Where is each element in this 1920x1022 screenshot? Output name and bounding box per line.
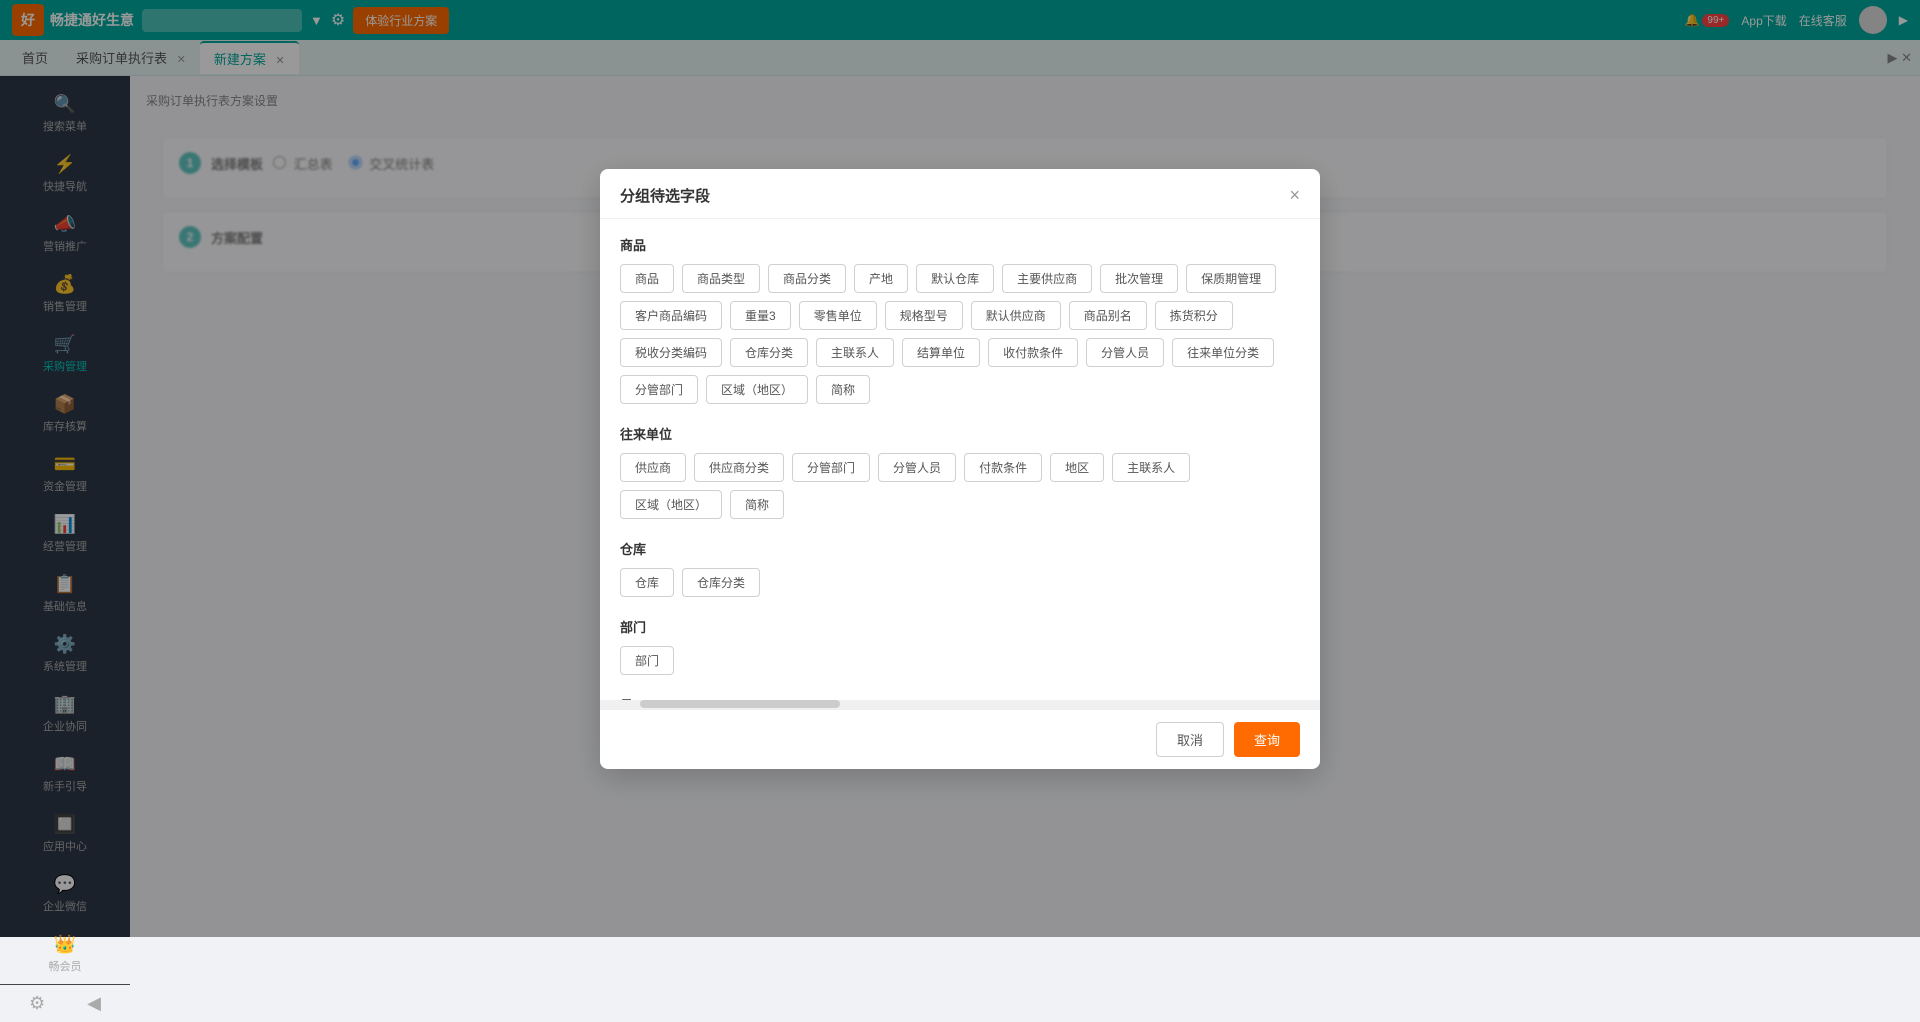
sidebar-item-label: 畅会员 bbox=[49, 958, 82, 974]
field-tag[interactable]: 保质期管理 bbox=[1186, 264, 1276, 293]
field-tag[interactable]: 主联系人 bbox=[816, 338, 894, 367]
modal-body: 商品 商品 商品类型 商品分类 产地 默认仓库 主要供应商 批次管理 保质期管理… bbox=[600, 219, 1320, 701]
field-tag[interactable]: 区域（地区） bbox=[706, 375, 808, 404]
field-tag[interactable]: 商品分类 bbox=[768, 264, 846, 293]
field-tag[interactable]: 仓库 bbox=[620, 568, 674, 597]
member-icon: 👑 bbox=[54, 934, 76, 955]
field-tag[interactable]: 默认仓库 bbox=[916, 264, 994, 293]
field-select-modal: 分组待选字段 × 商品 商品 商品类型 商品分类 产地 默认仓库 主要供应商 批… bbox=[600, 169, 1320, 769]
field-tag[interactable]: 规格型号 bbox=[885, 301, 963, 330]
field-tag[interactable]: 供应商 bbox=[620, 453, 686, 482]
field-tag[interactable]: 地区 bbox=[1050, 453, 1104, 482]
field-tag[interactable]: 客户商品编码 bbox=[620, 301, 722, 330]
section-product-title: 商品 bbox=[620, 235, 1300, 254]
ok-button[interactable]: 查询 bbox=[1234, 722, 1300, 757]
section-department: 部门 部门 bbox=[620, 617, 1300, 675]
section-counterpart: 往来单位 供应商 供应商分类 分管部门 分管人员 付款条件 地区 主联系人 区域… bbox=[620, 424, 1300, 519]
field-tag[interactable]: 分管人员 bbox=[1086, 338, 1164, 367]
sidebar-collapse-btn[interactable]: ◀ bbox=[87, 993, 101, 1014]
sidebar-bottom: ⚙ ◀ bbox=[0, 984, 130, 1022]
section-warehouse-title: 仓库 bbox=[620, 539, 1300, 558]
field-tag[interactable]: 收付款条件 bbox=[988, 338, 1078, 367]
field-tag[interactable]: 商品 bbox=[620, 264, 674, 293]
product-fields: 商品 商品类型 商品分类 产地 默认仓库 主要供应商 批次管理 保质期管理 客户… bbox=[620, 264, 1300, 404]
field-tag[interactable]: 默认供应商 bbox=[971, 301, 1061, 330]
department-fields: 部门 bbox=[620, 646, 1300, 675]
field-tag[interactable]: 简称 bbox=[816, 375, 870, 404]
horizontal-scrollbar[interactable] bbox=[600, 700, 1320, 708]
section-counterpart-title: 往来单位 bbox=[620, 424, 1300, 443]
field-tag[interactable]: 简称 bbox=[730, 490, 784, 519]
modal-footer: 取消 查询 bbox=[600, 709, 1320, 769]
modal-close-button[interactable]: × bbox=[1289, 186, 1300, 204]
field-tag[interactable]: 主联系人 bbox=[1112, 453, 1190, 482]
section-warehouse: 仓库 仓库 仓库分类 bbox=[620, 539, 1300, 597]
field-tag[interactable]: 拣货积分 bbox=[1155, 301, 1233, 330]
modal-title: 分组待选字段 bbox=[620, 185, 710, 206]
field-tag[interactable]: 主要供应商 bbox=[1002, 264, 1092, 293]
field-tag[interactable]: 商品别名 bbox=[1069, 301, 1147, 330]
field-tag[interactable]: 分管人员 bbox=[878, 453, 956, 482]
field-tag[interactable]: 重量3 bbox=[730, 301, 791, 330]
field-tag[interactable]: 区域（地区） bbox=[620, 490, 722, 519]
modal-overlay: 分组待选字段 × 商品 商品 商品类型 商品分类 产地 默认仓库 主要供应商 批… bbox=[0, 0, 1920, 937]
cancel-button[interactable]: 取消 bbox=[1156, 722, 1224, 757]
section-department-title: 部门 bbox=[620, 617, 1300, 636]
warehouse-fields: 仓库 仓库分类 bbox=[620, 568, 1300, 597]
field-tag[interactable]: 供应商分类 bbox=[694, 453, 784, 482]
counterpart-fields: 供应商 供应商分类 分管部门 分管人员 付款条件 地区 主联系人 区域（地区） … bbox=[620, 453, 1300, 519]
field-tag[interactable]: 产地 bbox=[854, 264, 908, 293]
field-tag[interactable]: 零售单位 bbox=[799, 301, 877, 330]
field-tag[interactable]: 部门 bbox=[620, 646, 674, 675]
sidebar-settings-btn[interactable]: ⚙ bbox=[29, 993, 45, 1014]
field-tag[interactable]: 结算单位 bbox=[902, 338, 980, 367]
field-tag[interactable]: 往来单位分类 bbox=[1172, 338, 1274, 367]
field-tag[interactable]: 商品类型 bbox=[682, 264, 760, 293]
modal-header: 分组待选字段 × bbox=[600, 169, 1320, 219]
field-tag[interactable]: 分管部门 bbox=[620, 375, 698, 404]
field-tag[interactable]: 付款条件 bbox=[964, 453, 1042, 482]
field-tag[interactable]: 分管部门 bbox=[792, 453, 870, 482]
section-product: 商品 商品 商品类型 商品分类 产地 默认仓库 主要供应商 批次管理 保质期管理… bbox=[620, 235, 1300, 404]
field-tag[interactable]: 仓库分类 bbox=[730, 338, 808, 367]
h-scroll-thumb[interactable] bbox=[640, 700, 840, 708]
field-tag[interactable]: 税收分类编码 bbox=[620, 338, 722, 367]
field-tag[interactable]: 仓库分类 bbox=[682, 568, 760, 597]
field-tag[interactable]: 批次管理 bbox=[1100, 264, 1178, 293]
